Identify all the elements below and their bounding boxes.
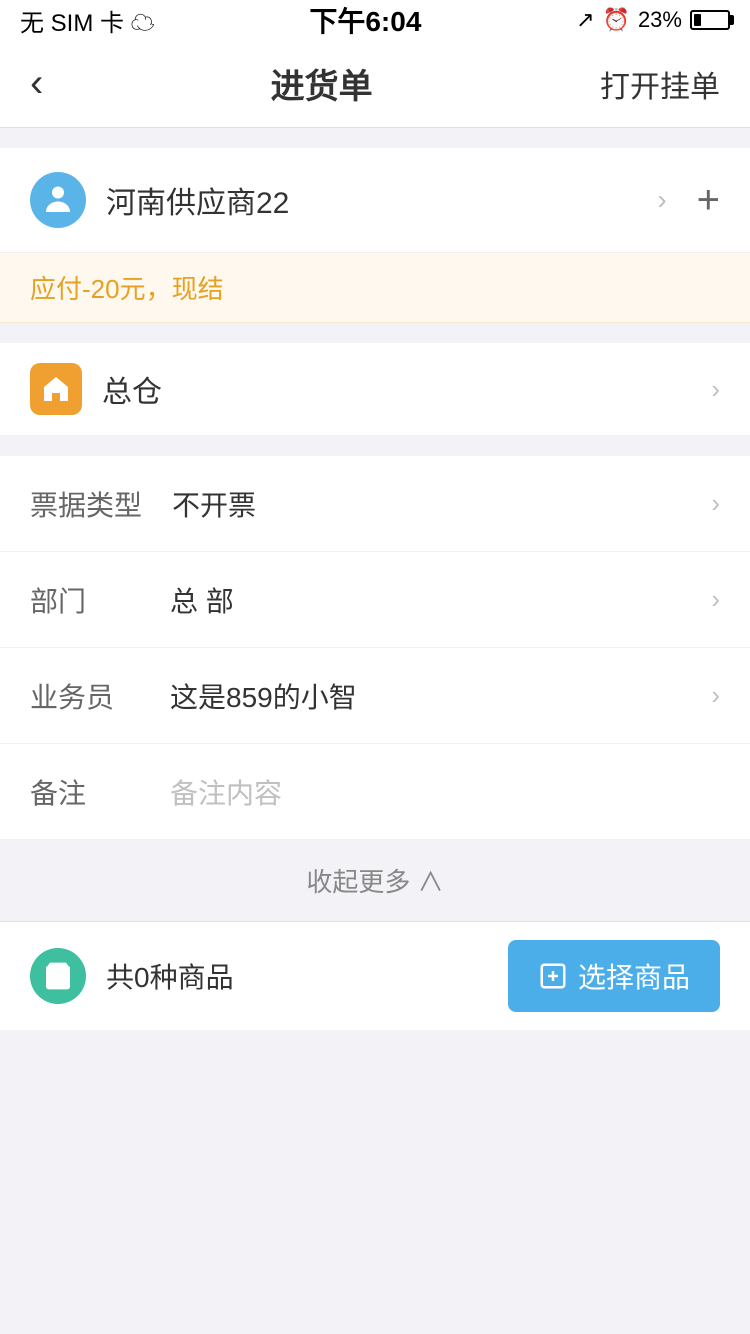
collapse-toggle[interactable]: 收起更多 ∧ xyxy=(0,840,750,921)
remark-placeholder: 备注内容 xyxy=(140,772,720,812)
remark-row[interactable]: 备注 备注内容 xyxy=(0,744,750,840)
back-button[interactable]: ‹ xyxy=(30,61,43,106)
department-label: 部门 xyxy=(30,580,140,620)
warehouse-row[interactable]: 总仓 › xyxy=(0,343,750,436)
invoice-type-row[interactable]: 票据类型 不开票 › xyxy=(0,456,750,552)
location-icon: ↗ xyxy=(576,7,594,33)
select-goods-button[interactable]: 选择商品 xyxy=(508,940,720,1012)
supplier-chevron-icon: › xyxy=(657,184,666,216)
page-title: 进货单 xyxy=(271,59,373,108)
rest-area xyxy=(0,1030,750,1330)
status-time: 下午6:04 xyxy=(309,0,421,40)
goods-icon xyxy=(42,960,74,992)
invoice-type-label: 票据类型 xyxy=(30,484,142,524)
salesperson-row[interactable]: 业务员 这是859的小智 › xyxy=(0,648,750,744)
bottom-bar: 共0种商品 选择商品 xyxy=(0,921,750,1030)
warehouse-chevron-icon: › xyxy=(711,374,720,405)
select-goods-icon xyxy=(538,961,568,991)
add-button[interactable]: + xyxy=(697,178,720,223)
supplier-avatar xyxy=(30,172,86,228)
invoice-type-chevron-icon: › xyxy=(711,488,720,519)
warehouse-section: 总仓 › xyxy=(0,343,750,436)
invoice-type-value: 不开票 xyxy=(142,484,711,524)
salesperson-label: 业务员 xyxy=(30,676,140,716)
battery-label: 23% xyxy=(638,7,682,33)
warehouse-name: 总仓 xyxy=(102,367,711,411)
sim-label: 无 SIM 卡 ☁ xyxy=(20,3,155,38)
supplier-section: 河南供应商22 › + 应付-20元，现结 xyxy=(0,148,750,323)
status-right: ↗ ⏰ 23% xyxy=(576,7,730,33)
alarm-icon: ⏰ xyxy=(603,7,630,33)
collapse-label: 收起更多 ∧ xyxy=(306,862,443,899)
battery-icon xyxy=(690,10,730,30)
remark-label: 备注 xyxy=(30,772,140,812)
house-icon xyxy=(40,373,72,405)
supplier-notice: 应付-20元，现结 xyxy=(0,253,750,323)
fields-section: 票据类型 不开票 › 部门 总 部 › 业务员 这是859的小智 › 备注 备注… xyxy=(0,456,750,840)
select-goods-label: 选择商品 xyxy=(578,956,690,996)
person-icon xyxy=(40,182,76,218)
salesperson-chevron-icon: › xyxy=(711,680,720,711)
department-value: 总 部 xyxy=(140,580,711,620)
goods-count: 共0种商品 xyxy=(106,956,508,996)
status-left: 无 SIM 卡 ☁ xyxy=(20,3,155,38)
open-pending-button[interactable]: 打开挂单 xyxy=(600,62,720,106)
supplier-row[interactable]: 河南供应商22 › + xyxy=(0,148,750,253)
department-chevron-icon: › xyxy=(711,584,720,615)
supplier-name: 河南供应商22 xyxy=(106,178,657,222)
warehouse-icon xyxy=(30,363,82,415)
status-bar: 无 SIM 卡 ☁ 下午6:04 ↗ ⏰ 23% xyxy=(0,0,750,40)
divider-2 xyxy=(0,436,750,456)
salesperson-value: 这是859的小智 xyxy=(140,676,711,716)
nav-bar: ‹ 进货单 打开挂单 xyxy=(0,40,750,128)
divider-1 xyxy=(0,323,750,343)
top-divider xyxy=(0,128,750,148)
goods-icon-wrap xyxy=(30,948,86,1004)
department-row[interactable]: 部门 总 部 › xyxy=(0,552,750,648)
